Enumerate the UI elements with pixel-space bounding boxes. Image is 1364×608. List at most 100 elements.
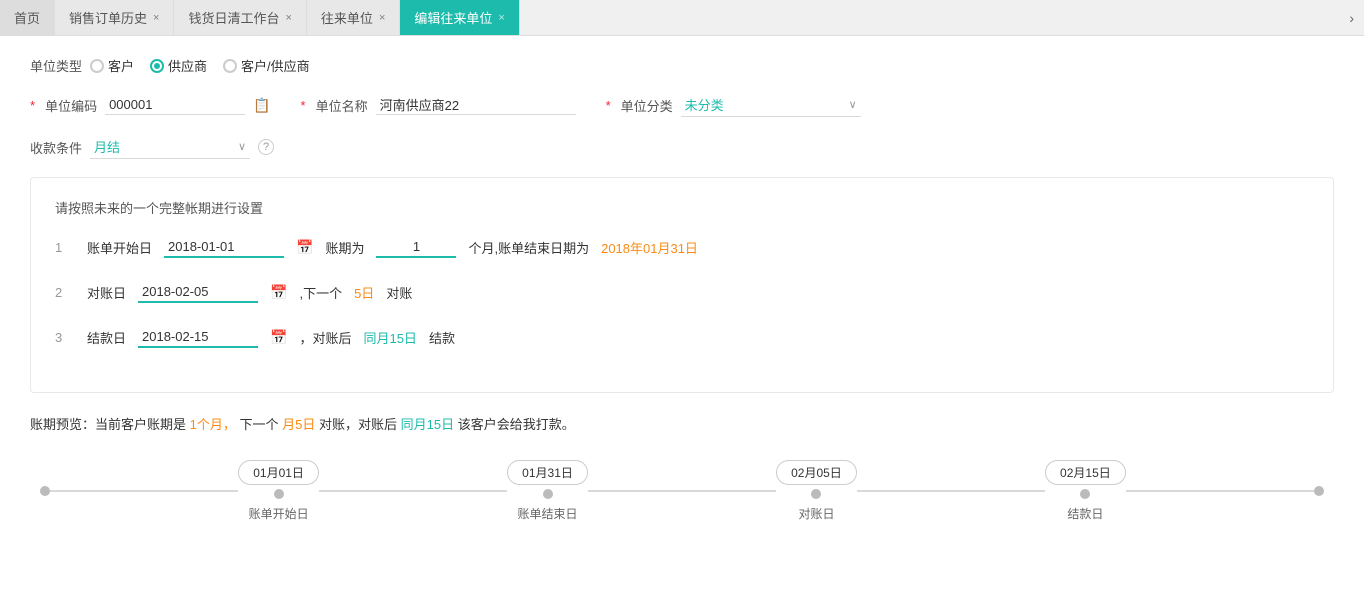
payment-dropdown-arrow: ∨ bbox=[238, 140, 246, 153]
tab-cash-workbench[interactable]: 钱货日清工作台 × bbox=[174, 0, 306, 35]
period-months-suffix: 个月,账单结束日期为 bbox=[468, 238, 589, 257]
timeline-section: 01月01日 账单开始日 01月31日 账单结束日 02月05日 对账日 02月… bbox=[30, 460, 1334, 522]
unit-category-label: 单位分类 bbox=[621, 96, 673, 115]
period-for-label: 账期为 bbox=[325, 238, 364, 257]
preview-reconcile-prefix: 下一个 bbox=[240, 417, 279, 432]
radio-both[interactable]: 客户/供应商 bbox=[223, 56, 310, 75]
tl-node-3-pill: 02月05日 bbox=[776, 460, 857, 485]
payment-terms-dropdown[interactable]: 月结 ∨ bbox=[90, 135, 250, 159]
tl-node-4-dot bbox=[1080, 489, 1090, 499]
payment-terms-label: 收款条件 bbox=[30, 138, 82, 157]
radio-supplier-circle bbox=[150, 59, 164, 73]
period-row-1-num: 1 bbox=[55, 240, 75, 255]
tl-seg-3 bbox=[588, 490, 776, 492]
tl-node-2: 01月31日 账单结束日 bbox=[507, 460, 588, 522]
tab-scroll-arrow[interactable]: › bbox=[1339, 0, 1364, 35]
preview-reconcile-day: 月5日 bbox=[282, 417, 315, 432]
unit-name-label: 单位名称 bbox=[316, 96, 368, 115]
payment-suffix: 结款 bbox=[429, 328, 455, 347]
preview-payment-suffix: 该客户会给我打款。 bbox=[458, 417, 575, 432]
payment-terms-value: 月结 bbox=[94, 137, 234, 156]
preview-payment-day: 同月15日 bbox=[401, 417, 454, 432]
category-dropdown-arrow: ∨ bbox=[849, 98, 857, 111]
tab-bar: 首页 销售订单历史 × 钱货日清工作台 × 往来单位 × 编辑往来单位 × › bbox=[0, 0, 1364, 36]
tab-edit-partner[interactable]: 编辑往来单位 × bbox=[400, 0, 519, 35]
radio-both-circle bbox=[223, 59, 237, 73]
tab-cash-workbench-label: 钱货日清工作台 bbox=[188, 8, 279, 27]
tl-end-dot bbox=[1314, 486, 1324, 496]
payment-terms-group: 收款条件 月结 ∨ ? bbox=[30, 135, 274, 159]
period-row-1: 1 账单开始日 📅 账期为 个月,账单结束日期为 2018年01月31日 bbox=[55, 237, 1309, 258]
period-row-3-label: 结款日 bbox=[87, 328, 126, 347]
unit-name-input[interactable] bbox=[376, 95, 576, 115]
reconcile-date-input[interactable] bbox=[138, 282, 258, 303]
tl-seg-4 bbox=[857, 490, 1045, 492]
radio-both-label: 客户/供应商 bbox=[241, 56, 310, 75]
main-content: 单位类型 客户 供应商 客户/供应商 * 单位编码 bbox=[0, 36, 1364, 608]
reconcile-date-cal-icon[interactable]: 📅 bbox=[270, 284, 287, 301]
unit-name-group: * 单位名称 bbox=[301, 95, 576, 115]
tl-node-2-dot bbox=[543, 489, 553, 499]
tab-home-label: 首页 bbox=[14, 8, 40, 27]
tl-node-1-label: 账单开始日 bbox=[249, 505, 309, 522]
radio-customer[interactable]: 客户 bbox=[90, 56, 134, 75]
tab-home[interactable]: 首页 bbox=[0, 0, 55, 35]
tl-node-2-pill: 01月31日 bbox=[507, 460, 588, 485]
tab-sales-history[interactable]: 销售订单历史 × bbox=[55, 0, 174, 35]
tab-sales-history-label: 销售订单历史 bbox=[69, 8, 147, 27]
tab-partner-units-close[interactable]: × bbox=[379, 12, 385, 24]
period-row-2: 2 对账日 📅 ,下一个 5日 对账 bbox=[55, 282, 1309, 303]
unit-category-group: * 单位分类 未分类 ∨ bbox=[606, 93, 861, 117]
unit-code-copy-icon[interactable]: 📋 bbox=[253, 97, 270, 114]
tl-node-1-pill: 01月01日 bbox=[238, 460, 319, 485]
unit-type-label: 单位类型 bbox=[30, 56, 82, 75]
start-date-cal-icon[interactable]: 📅 bbox=[296, 239, 313, 256]
tl-node-4-label: 结款日 bbox=[1067, 505, 1103, 522]
tl-seg-1 bbox=[50, 490, 238, 492]
payment-help-icon[interactable]: ? bbox=[258, 139, 274, 155]
period-box-title: 请按照未来的一个完整帐期进行设置 bbox=[55, 198, 1309, 217]
tab-partner-units[interactable]: 往来单位 × bbox=[307, 0, 400, 35]
tl-start-dot bbox=[40, 486, 50, 496]
radio-supplier[interactable]: 供应商 bbox=[150, 56, 207, 75]
timeline-line-row: 01月01日 账单开始日 01月31日 账单结束日 02月05日 对账日 02月… bbox=[40, 460, 1324, 522]
reconcile-day-highlight: 5日 bbox=[354, 283, 374, 302]
start-date-input[interactable] bbox=[164, 237, 284, 258]
unit-code-label: 单位编码 bbox=[45, 96, 97, 115]
tab-cash-workbench-close[interactable]: × bbox=[285, 12, 291, 24]
preview-months: 1个月， bbox=[190, 417, 236, 432]
months-input[interactable] bbox=[376, 237, 456, 258]
period-row-3: 3 结款日 📅 ，对账后 同月15日 结款 bbox=[55, 327, 1309, 348]
unit-category-star: * bbox=[606, 98, 611, 113]
tab-edit-partner-close[interactable]: × bbox=[498, 12, 504, 24]
preview-text: 账期预览：当前客户账期是 1个月， 下一个 月5日 对账，对账后 同月15日 该… bbox=[30, 413, 1334, 436]
unit-category-dropdown[interactable]: 未分类 ∨ bbox=[681, 93, 861, 117]
unit-category-value: 未分类 bbox=[685, 95, 845, 114]
radio-supplier-label: 供应商 bbox=[168, 56, 207, 75]
tl-seg-2 bbox=[319, 490, 507, 492]
tl-node-3: 02月05日 对账日 bbox=[776, 460, 857, 522]
unit-code-input[interactable] bbox=[105, 95, 245, 115]
period-row-2-label: 对账日 bbox=[87, 283, 126, 302]
unit-code-group: * 单位编码 📋 bbox=[30, 95, 271, 115]
reconcile-suffix: 对账 bbox=[386, 283, 412, 302]
radio-customer-circle bbox=[90, 59, 104, 73]
tl-node-3-dot bbox=[811, 489, 821, 499]
period-settings-box: 请按照未来的一个完整帐期进行设置 1 账单开始日 📅 账期为 个月,账单结束日期… bbox=[30, 177, 1334, 393]
end-date-highlight: 2018年01月31日 bbox=[601, 238, 698, 257]
payment-date-input[interactable] bbox=[138, 327, 258, 348]
unit-info-row: * 单位编码 📋 * 单位名称 * 单位分类 未分类 ∨ bbox=[30, 93, 1334, 117]
tab-sales-history-close[interactable]: × bbox=[153, 12, 159, 24]
tl-node-2-label: 账单结束日 bbox=[518, 505, 578, 522]
period-row-2-num: 2 bbox=[55, 285, 75, 300]
period-row-3-num: 3 bbox=[55, 330, 75, 345]
payment-terms-row: 收款条件 月结 ∨ ? bbox=[30, 135, 1334, 159]
tl-node-4: 02月15日 结款日 bbox=[1045, 460, 1126, 522]
preview-label: 账期预览：当前客户账期是 bbox=[30, 417, 186, 432]
tl-node-1: 01月01日 账单开始日 bbox=[238, 460, 319, 522]
unit-type-radio-group: 客户 供应商 客户/供应商 bbox=[90, 56, 310, 75]
payment-date-cal-icon[interactable]: 📅 bbox=[270, 329, 287, 346]
radio-customer-label: 客户 bbox=[108, 56, 134, 75]
tab-edit-partner-label: 编辑往来单位 bbox=[414, 8, 492, 27]
unit-type-row: 单位类型 客户 供应商 客户/供应商 bbox=[30, 56, 1334, 75]
